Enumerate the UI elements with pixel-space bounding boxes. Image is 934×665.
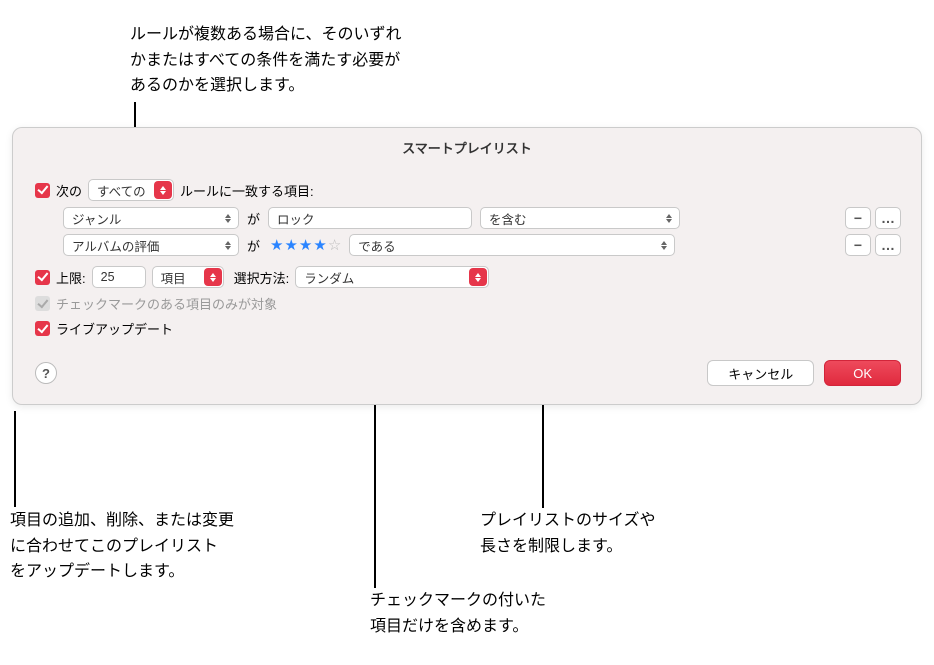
limit-unit-select[interactable]: 項目 [152,266,224,288]
rules-block: ジャンル が を含む − … アルバムの評価 が [63,207,901,256]
match-checkbox[interactable] [35,183,50,198]
help-button[interactable]: ? [35,362,57,384]
rule-operator-value: である [358,236,395,255]
match-suffix: ルールに一致する項目: [180,181,314,200]
star-empty-icon: ☆ [328,236,341,254]
updown-icon [660,209,678,227]
callout-live-update: 項目の追加、削除、または変更 に合わせてこのプレイリスト をアップデートします。 [10,508,234,585]
limit-checkbox[interactable] [35,270,50,285]
cancel-button[interactable]: キャンセル [707,360,814,386]
callout-checked-only: チェックマークの付いた 項目だけを含めます。 [370,588,546,639]
dialog-title: スマートプレイリスト [13,128,921,165]
checked-only-row: チェックマークのある項目のみが対象 [35,294,901,313]
match-row: 次の すべての ルールに一致する項目: [35,179,901,201]
callout-leader [14,411,16,507]
match-prefix: 次の [56,181,82,200]
star-icon: ★ [299,236,312,254]
limit-method-value: ランダム [304,268,354,287]
rule-joiner: が [247,209,260,228]
updown-icon [219,236,237,254]
updown-icon [204,268,222,286]
updown-icon [469,268,487,286]
live-update-checkbox[interactable] [35,321,50,336]
rule-operator-select[interactable]: を含む [480,207,680,229]
updown-icon [219,209,237,227]
remove-rule-button[interactable]: − [845,234,871,256]
rule-field-value: ジャンル [72,209,121,228]
remove-rule-button[interactable]: − [845,207,871,229]
rating-stars[interactable]: ★ ★ ★ ★ ☆ [268,236,341,254]
limit-label: 上限: [56,268,86,287]
limit-method-select[interactable]: ランダム [295,266,489,288]
ok-button[interactable]: OK [824,360,901,386]
star-icon: ★ [270,236,283,254]
rule-more-button[interactable]: … [875,234,901,256]
star-icon: ★ [313,236,326,254]
callout-limit: プレイリストのサイズや 長さを制限します。 [480,508,656,559]
live-update-row: ライブアップデート [35,319,901,338]
rule-value-input[interactable] [268,207,472,229]
updown-icon [655,236,673,254]
updown-icon [154,181,172,199]
rule-row: アルバムの評価 が ★ ★ ★ ★ ☆ である − … [63,234,901,256]
rule-operator-value: を含む [489,209,527,228]
rule-operator-select[interactable]: である [349,234,675,256]
rule-row: ジャンル が を含む − … [63,207,901,229]
checked-only-checkbox [35,296,50,311]
rule-field-value: アルバムの評価 [72,236,159,255]
limit-method-label: 選択方法: [234,268,290,287]
rule-field-select[interactable]: ジャンル [63,207,239,229]
rule-more-button[interactable]: … [875,207,901,229]
star-icon: ★ [284,236,297,254]
live-update-label: ライブアップデート [56,319,173,338]
smart-playlist-dialog: スマートプレイリスト 次の すべての ルールに一致する項目: ジャンル が [12,127,922,405]
match-mode-select[interactable]: すべての [88,179,174,201]
limit-unit-value: 項目 [161,268,186,287]
checked-only-label: チェックマークのある項目のみが対象 [56,294,277,313]
rule-field-select[interactable]: アルバムの評価 [63,234,239,256]
dialog-footer: ? キャンセル OK [35,360,901,386]
limit-row: 上限: 項目 選択方法: ランダム [35,266,901,288]
match-mode-value: すべての [97,181,146,200]
rule-joiner: が [247,236,260,255]
limit-value-input[interactable] [92,266,146,288]
callout-match-mode: ルールが複数ある場合に、そのいずれ かまたはすべての条件を満たす必要が あるのか… [130,22,402,99]
